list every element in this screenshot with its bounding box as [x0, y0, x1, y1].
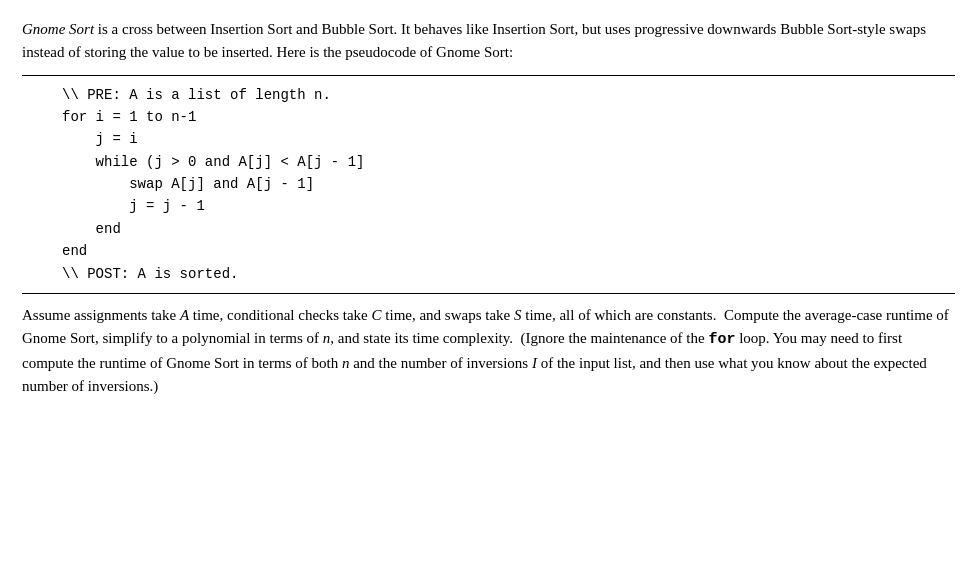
- pseudocode-line-6: j = j - 1: [62, 195, 955, 217]
- intro-paragraph: Gnome Sort is a cross between Insertion …: [22, 18, 955, 65]
- gnome-sort-title: Gnome Sort: [22, 21, 94, 37]
- bottom-text-1: Assume assignments take A time, conditio…: [22, 307, 949, 394]
- pseudocode-line-8: end: [62, 240, 955, 262]
- pseudocode-line-3: j = i: [62, 128, 955, 150]
- pseudocode-line-7: end: [62, 218, 955, 240]
- bottom-paragraph: Assume assignments take A time, conditio…: [22, 304, 955, 398]
- pseudocode-line-5: swap A[j] and A[j - 1]: [62, 173, 955, 195]
- pseudocode-line-1: \\ PRE: A is a list of length n.: [62, 84, 955, 106]
- pseudocode-line-2: for i = 1 to n-1: [62, 106, 955, 128]
- pseudocode-line-9: \\ POST: A is sorted.: [62, 263, 955, 285]
- intro-text: is a cross between Insertion Sort and Bu…: [22, 21, 926, 60]
- pseudocode-line-4: while (j > 0 and A[j] < A[j - 1]: [62, 151, 955, 173]
- pseudocode-block: \\ PRE: A is a list of length n. for i =…: [22, 75, 955, 295]
